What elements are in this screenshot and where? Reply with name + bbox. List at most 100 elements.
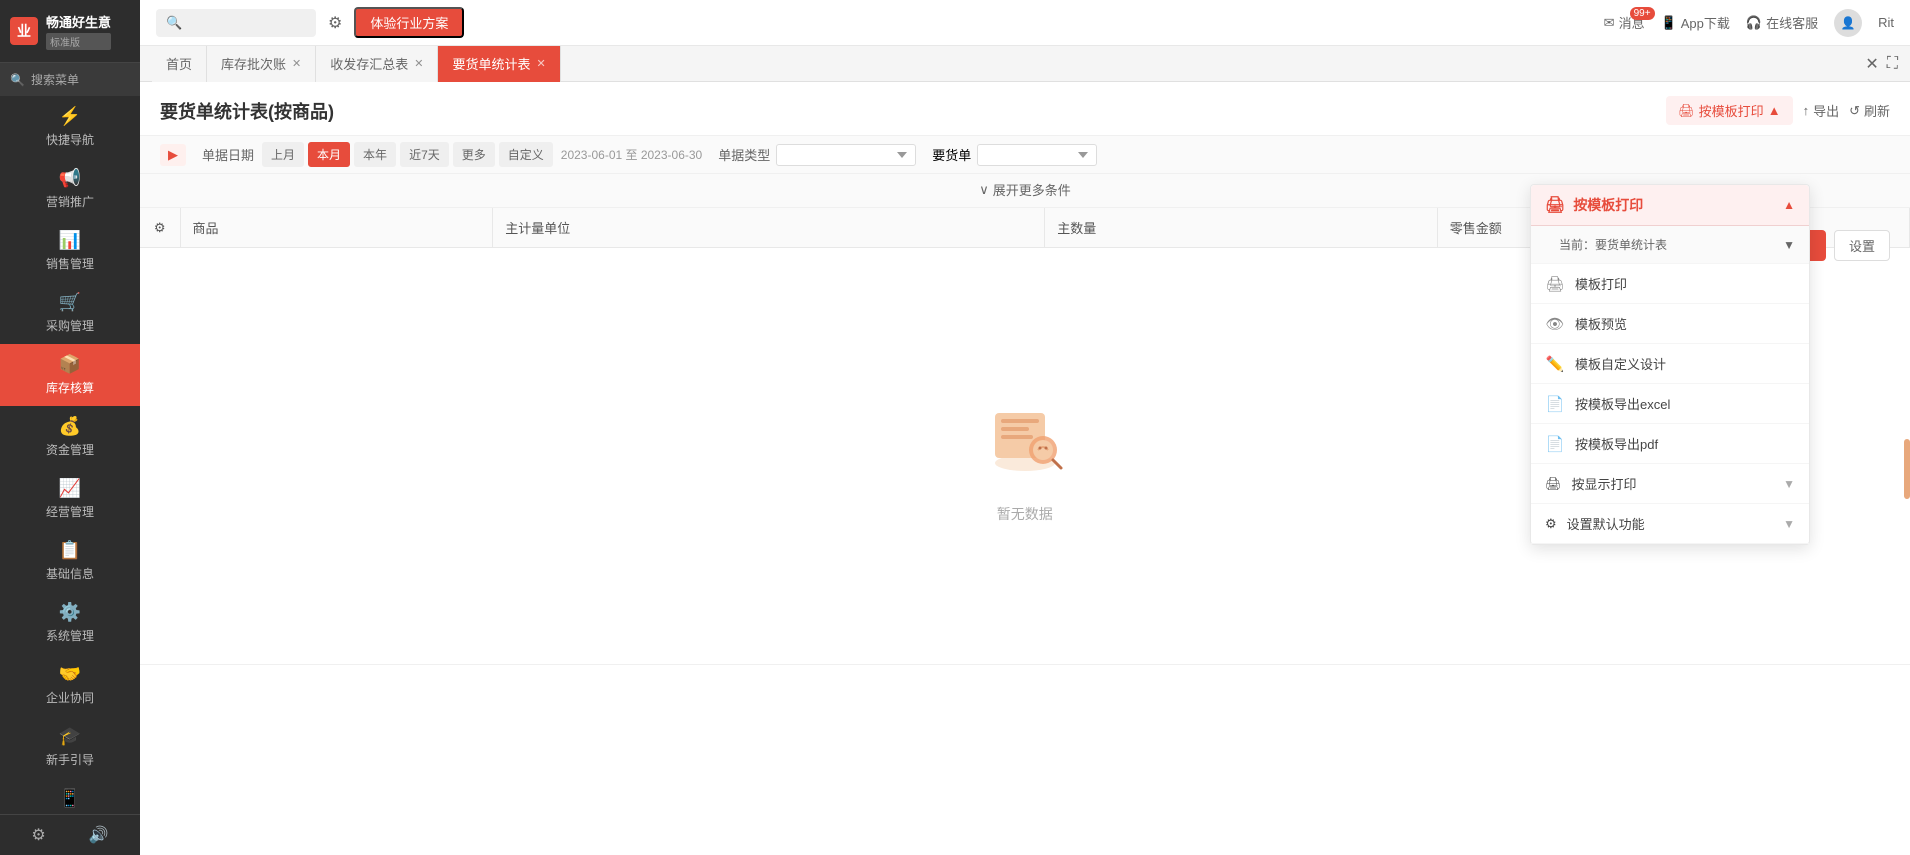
tab-home-label: 首页 <box>166 54 192 73</box>
app-download-button[interactable]: 📱 App下载 <box>1661 13 1730 32</box>
sidebar-item-operations[interactable]: 📈 经营管理 <box>0 468 140 530</box>
sidebar-item-label: 资金管理 <box>46 441 94 458</box>
tabs-right: ✕ ⛶ <box>1865 54 1898 74</box>
sidebar-item-purchase[interactable]: 🛒 采购管理 <box>0 282 140 344</box>
avatar[interactable]: 👤 <box>1834 9 1862 37</box>
empty-text: 暂无数据 <box>997 504 1053 524</box>
trial-button[interactable]: 体验行业方案 <box>354 7 464 38</box>
sidebar-item-label: 营销推广 <box>46 193 94 210</box>
page-title: 要货单统计表(按商品) <box>160 98 334 124</box>
tab-maximize-button[interactable]: ⛶ <box>1887 55 1898 73</box>
settings-icon[interactable]: ⚙ <box>31 825 45 845</box>
tab-close-all-button[interactable]: ✕ <box>1865 54 1878 74</box>
tab-summary[interactable]: 收发存汇总表 ✕ <box>316 46 438 82</box>
display-print-icon: 🖨 <box>1545 476 1562 492</box>
sidebar-item-marketing[interactable]: 📢 营销推广 <box>0 158 140 220</box>
download-icon: 📱 <box>1661 15 1677 31</box>
sidebar-item-label: 销售管理 <box>46 255 94 272</box>
print-icon: 🖨 <box>1678 103 1695 119</box>
dropdown-collapse-icon[interactable]: ▲ <box>1783 198 1795 212</box>
section2-arrow-icon: ▼ <box>1783 517 1795 531</box>
dropdown-item-template-print[interactable]: 🖨 模板打印 <box>1531 264 1809 304</box>
online-service-button[interactable]: 🎧 在线客服 <box>1746 13 1818 32</box>
messages-button[interactable]: ✉ 消息 99+ <box>1604 13 1645 32</box>
date-btn-custom[interactable]: 自定义 <box>499 142 553 167</box>
date-label: 单据日期 <box>202 145 254 164</box>
sidebar-item-label: 采购管理 <box>46 317 94 334</box>
page-header: 要货单统计表(按商品) 🖨 按模板打印 ▲ ↑ 导出 ↺ 刷新 <box>140 82 1910 135</box>
sidebar-item-label: 库存核算 <box>46 379 94 396</box>
refresh-button[interactable]: ↺ 刷新 <box>1849 101 1890 120</box>
settings-button[interactable]: 设置 <box>1834 230 1890 261</box>
type-select[interactable]: 要货单 <box>776 144 916 166</box>
topbar: 🔍 ⚙ 体验行业方案 ✉ 消息 99+ 📱 App下载 🎧 在线客服 👤 Rit <box>140 0 1910 46</box>
print-label: 按模板打印 <box>1699 101 1764 120</box>
sidebar-item-sales[interactable]: 📊 销售管理 <box>0 220 140 282</box>
topbar-search-input[interactable] <box>188 16 306 30</box>
export-excel-icon: 📄 <box>1545 395 1565 413</box>
date-btn-more[interactable]: 更多 <box>453 142 495 167</box>
dropdown-section-default[interactable]: ⚙ 设置默认功能 ▼ <box>1531 504 1809 544</box>
dropdown-current[interactable]: 当前：要货单统计表 ▼ <box>1531 226 1809 264</box>
expand-more-button[interactable]: ∨ 展开更多条件 <box>979 180 1071 199</box>
sidebar-item-newbie[interactable]: 🎓 新手引导 <box>0 716 140 778</box>
operations-icon: 📈 <box>59 478 81 499</box>
sidebar-nav: ⚡ 快捷导航 📢 营销推广 📊 销售管理 🛒 采购管理 📦 库存核算 💰 资金管… <box>0 96 140 814</box>
user-name: Rit <box>1878 15 1894 30</box>
sidebar-item-app[interactable]: 📱 应用中心 <box>0 778 140 814</box>
template-design-label: 模板自定义设计 <box>1575 354 1666 373</box>
tab-inventory-batch[interactable]: 库存批次账 ✕ <box>207 46 316 82</box>
sidebar-search[interactable]: 🔍 搜索菜单 <box>0 63 140 96</box>
topbar-right: ✉ 消息 99+ 📱 App下载 🎧 在线客服 👤 Rit <box>1604 9 1894 37</box>
col-quantity: 主数量 <box>1045 208 1438 248</box>
print-dropdown-menu: 🖨 按模板打印 ▲ 当前：要货单统计表 ▼ 🖨 模板打印 👁 模板预览 ✏️ 模… <box>1530 184 1810 545</box>
sidebar-item-finance[interactable]: 💰 资金管理 <box>0 406 140 468</box>
sidebar-item-collab[interactable]: 🤝 企业协同 <box>0 654 140 716</box>
export-button[interactable]: ↑ 导出 <box>1803 101 1840 120</box>
sidebar-item-label: 企业协同 <box>46 689 94 706</box>
tab-summary-close[interactable]: ✕ <box>414 57 423 70</box>
dropdown-title: 按模板打印 <box>1573 195 1643 215</box>
message-icon: ✉ <box>1604 15 1615 31</box>
sidebar-item-basic[interactable]: 📋 基础信息 <box>0 530 140 592</box>
sales-icon: 📊 <box>59 230 81 251</box>
logo-tag: 标准版 <box>46 33 111 50</box>
sidebar-item-quick-nav[interactable]: ⚡ 快捷导航 <box>0 96 140 158</box>
tab-order-stats[interactable]: 要货单统计表 ✕ <box>438 46 560 82</box>
current-label: 当前：要货单统计表 <box>1559 236 1667 253</box>
dropdown-item-export-excel[interactable]: 📄 按模板导出excel <box>1531 384 1809 424</box>
service-icon: 🎧 <box>1746 15 1762 31</box>
logo-name: 畅通好生意 <box>46 12 111 31</box>
date-btn-7days[interactable]: 近7天 <box>400 142 449 167</box>
dropdown-item-export-pdf[interactable]: 📄 按模板导出pdf <box>1531 424 1809 464</box>
filter-expand-button[interactable]: ▶ <box>160 144 186 166</box>
dropdown-header[interactable]: 🖨 按模板打印 ▲ <box>1531 185 1809 226</box>
sidebar-item-inventory[interactable]: 📦 库存核算 <box>0 344 140 406</box>
dropdown-item-template-preview[interactable]: 👁 模板预览 <box>1531 304 1809 344</box>
finance-icon: 💰 <box>59 416 81 437</box>
sidebar-item-system[interactable]: ⚙️ 系统管理 <box>0 592 140 654</box>
yaohuodan-select[interactable] <box>977 144 1097 166</box>
page-actions: 🖨 按模板打印 ▲ ↑ 导出 ↺ 刷新 <box>1666 96 1890 125</box>
logo-text: 畅通好生意 标准版 <box>46 12 111 50</box>
audio-icon[interactable]: 🔊 <box>89 825 109 845</box>
print-button[interactable]: 🖨 按模板打印 ▲ <box>1666 96 1792 125</box>
resize-handle[interactable] <box>1904 439 1910 499</box>
current-arrow-icon: ▼ <box>1783 238 1795 252</box>
dropdown-section-display-print[interactable]: 🖨 按显示打印 ▼ <box>1531 464 1809 504</box>
tab-home[interactable]: 首页 <box>152 46 207 82</box>
online-service-label: 在线客服 <box>1766 13 1818 32</box>
tab-inventory-batch-close[interactable]: ✕ <box>292 57 301 70</box>
topbar-search-box[interactable]: 🔍 <box>156 9 316 37</box>
date-btn-this-month[interactable]: 本月 <box>308 142 350 167</box>
date-btn-last-month[interactable]: 上月 <box>262 142 304 167</box>
date-btn-this-year[interactable]: 本年 <box>354 142 396 167</box>
col-settings[interactable]: ⚙ <box>140 208 180 248</box>
marketing-icon: 📢 <box>59 168 81 189</box>
topbar-gear-icon[interactable]: ⚙ <box>328 13 342 33</box>
dropdown-item-template-design[interactable]: ✏️ 模板自定义设计 <box>1531 344 1809 384</box>
sidebar-item-label: 经营管理 <box>46 503 94 520</box>
newbie-icon: 🎓 <box>59 726 81 747</box>
tab-order-stats-close[interactable]: ✕ <box>537 57 546 70</box>
refresh-icon: ↺ <box>1849 103 1860 119</box>
